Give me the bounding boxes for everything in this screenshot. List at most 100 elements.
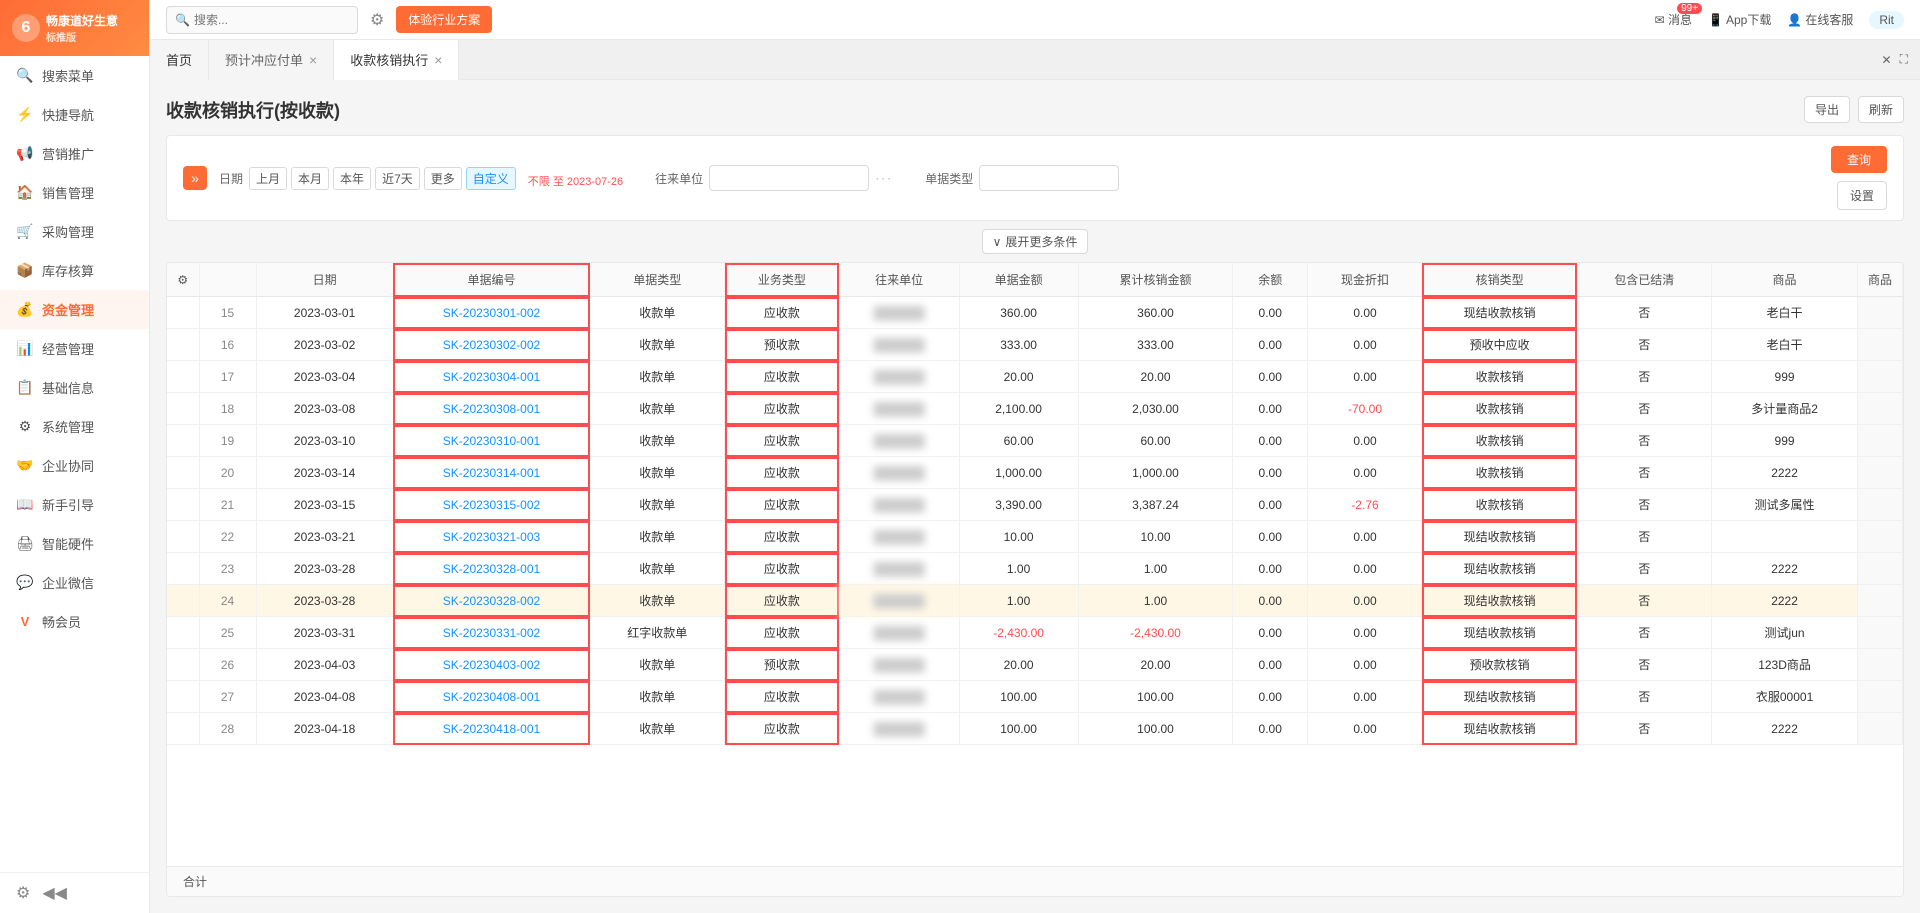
tab-collection[interactable]: 收款核销执行 × bbox=[334, 40, 459, 80]
tab-home[interactable]: 首页 bbox=[150, 40, 209, 80]
sidebar-item-purchase[interactable]: 🛒 采购管理 bbox=[0, 212, 149, 251]
date-btn-more[interactable]: 更多 bbox=[424, 167, 462, 190]
export-button[interactable]: 导出 bbox=[1804, 96, 1850, 123]
solution-button[interactable]: 体验行业方案 bbox=[396, 6, 492, 33]
app-download-button[interactable]: 📱 App下载 bbox=[1708, 11, 1771, 28]
bill-no-link[interactable]: SK-20230314-001 bbox=[443, 466, 540, 480]
search-input[interactable] bbox=[194, 13, 349, 27]
topbar-gear-icon[interactable]: ⚙ bbox=[370, 10, 384, 30]
td-bill-type: 收款单 bbox=[590, 585, 725, 617]
td-goods: 衣服00001 bbox=[1712, 681, 1858, 713]
bill-no-link[interactable]: SK-20230304-001 bbox=[443, 370, 540, 384]
bill-no-link[interactable]: SK-20230408-001 bbox=[443, 690, 540, 704]
sidebar-item-sales[interactable]: 🏠 销售管理 bbox=[0, 173, 149, 212]
td-cash-discount: 0.00 bbox=[1308, 681, 1423, 713]
date-btn-custom[interactable]: 自定义 bbox=[466, 167, 516, 190]
td-biz-type: 应收款 bbox=[725, 425, 840, 457]
td-date: 2023-03-04 bbox=[256, 361, 393, 393]
td-bill-no: SK-20230304-001 bbox=[393, 361, 590, 393]
settings-button[interactable]: 设置 bbox=[1837, 181, 1887, 210]
th-rownum bbox=[199, 263, 256, 297]
billtype-filter-input[interactable] bbox=[979, 165, 1119, 191]
close-window-icon[interactable]: ✕ bbox=[1882, 53, 1892, 67]
bill-no-link[interactable]: SK-20230301-002 bbox=[443, 306, 540, 320]
bill-no-link[interactable]: SK-20230315-002 bbox=[443, 498, 540, 512]
td-bill-type: 收款单 bbox=[590, 681, 725, 713]
tab-collection-close[interactable]: × bbox=[434, 53, 442, 67]
td-partner: ██████ bbox=[839, 521, 959, 553]
bill-no-link[interactable]: SK-20230308-001 bbox=[443, 402, 540, 416]
date-btn-this-month[interactable]: 本月 bbox=[291, 167, 329, 190]
partner-filter-label: 往来单位 bbox=[655, 170, 703, 187]
td-date: 2023-04-03 bbox=[256, 649, 393, 681]
inventory-icon: 📦 bbox=[16, 262, 34, 280]
online-service-button[interactable]: 👤 在线客服 bbox=[1787, 11, 1853, 28]
td-cash-discount: 0.00 bbox=[1308, 457, 1423, 489]
bill-no-link[interactable]: SK-20230310-001 bbox=[443, 434, 540, 448]
user-name[interactable]: Rit bbox=[1869, 11, 1904, 29]
content-area: 收款核销执行(按收款) 导出 刷新 » 日期 上月 本月 本年 近7天 更多 自… bbox=[150, 80, 1920, 913]
td-include-settled: 否 bbox=[1577, 425, 1712, 457]
sidebar-item-quick-nav[interactable]: ⚡ 快捷导航 bbox=[0, 95, 149, 134]
sidebar-item-system[interactable]: ⚙ 系统管理 bbox=[0, 407, 149, 446]
bill-no-link[interactable]: SK-20230321-003 bbox=[443, 530, 540, 544]
sidebar-item-hardware[interactable]: 🖨 智能硬件 bbox=[0, 524, 149, 563]
th-settings[interactable]: ⚙ bbox=[167, 263, 199, 297]
sidebar-item-wechat[interactable]: 💬 企业微信 bbox=[0, 563, 149, 602]
td-date: 2023-03-28 bbox=[256, 553, 393, 585]
sidebar-item-guide[interactable]: 📖 新手引导 bbox=[0, 485, 149, 524]
date-btn-this-year[interactable]: 本年 bbox=[333, 167, 371, 190]
td-date: 2023-04-08 bbox=[256, 681, 393, 713]
date-btn-last-month[interactable]: 上月 bbox=[249, 167, 287, 190]
bill-no-link[interactable]: SK-20230403-002 bbox=[443, 658, 540, 672]
td-partner: ██████ bbox=[839, 585, 959, 617]
bill-no-link[interactable]: SK-20230302-002 bbox=[443, 338, 540, 352]
maximize-icon[interactable]: ⛶ bbox=[1900, 52, 1908, 67]
th-cumulative: 累计核销金额 bbox=[1078, 263, 1233, 297]
bill-no-link[interactable]: SK-20230328-002 bbox=[443, 594, 540, 608]
sidebar-settings-icon[interactable]: ⚙ bbox=[16, 883, 30, 903]
sidebar-item-marketing[interactable]: 📢 营销推广 bbox=[0, 134, 149, 173]
td-cumulative: 2,030.00 bbox=[1078, 393, 1233, 425]
sidebar-item-basic[interactable]: 📋 基础信息 bbox=[0, 368, 149, 407]
sidebar-item-member[interactable]: V 畅会员 bbox=[0, 602, 149, 641]
td-date: 2023-03-21 bbox=[256, 521, 393, 553]
td-settings bbox=[167, 681, 199, 713]
expand-more-button[interactable]: ∨ 展开更多条件 bbox=[982, 229, 1089, 254]
sidebar-item-operations[interactable]: 📊 经营管理 bbox=[0, 329, 149, 368]
bill-no-link[interactable]: SK-20230418-001 bbox=[443, 722, 540, 736]
filter-toggle-button[interactable]: » bbox=[183, 166, 207, 190]
td-balance: 0.00 bbox=[1233, 361, 1308, 393]
td-goods: 多计量商品2 bbox=[1712, 393, 1858, 425]
tab-prepayment[interactable]: 预计冲应付单 × bbox=[209, 40, 334, 80]
query-button[interactable]: 查询 bbox=[1831, 146, 1887, 173]
td-partner: ██████ bbox=[839, 425, 959, 457]
td-rownum: 15 bbox=[199, 297, 256, 329]
td-biz-type: 应收款 bbox=[725, 297, 840, 329]
message-button[interactable]: ✉ 消息 99+ bbox=[1655, 11, 1692, 28]
td-bill-no: SK-20230308-001 bbox=[393, 393, 590, 425]
th-cash-discount: 现金折扣 bbox=[1308, 263, 1423, 297]
refresh-button[interactable]: 刷新 bbox=[1858, 96, 1904, 123]
member-icon: V bbox=[16, 613, 34, 631]
tab-expand-button[interactable]: ✕ ⛶ bbox=[1870, 52, 1920, 67]
table-row: 26 2023-04-03 SK-20230403-002 收款单 预收款 ██… bbox=[167, 649, 1903, 681]
sidebar-item-inventory[interactable]: 📦 库存核算 bbox=[0, 251, 149, 290]
partner-filter-input[interactable] bbox=[709, 165, 869, 191]
table-scroll-area[interactable]: ⚙ 日期 单据编号 单据类型 业务类型 往来单位 单据金额 累计核销金额 余额 … bbox=[167, 263, 1903, 866]
td-rownum: 24 bbox=[199, 585, 256, 617]
td-balance: 0.00 bbox=[1233, 393, 1308, 425]
date-btn-7days[interactable]: 近7天 bbox=[375, 167, 420, 190]
topbar-search-box[interactable]: 🔍 bbox=[166, 6, 358, 34]
tab-prepayment-close[interactable]: × bbox=[309, 53, 317, 67]
td-settings bbox=[167, 553, 199, 585]
search-icon: 🔍 bbox=[175, 13, 190, 27]
sidebar-item-search[interactable]: 🔍 搜索菜单 bbox=[0, 56, 149, 95]
bill-no-link[interactable]: SK-20230328-001 bbox=[443, 562, 540, 576]
sidebar-collapse-icon[interactable]: ◀◀ bbox=[42, 883, 67, 903]
sidebar-item-finance[interactable]: 💰 资金管理 bbox=[0, 290, 149, 329]
td-bill-no: SK-20230328-001 bbox=[393, 553, 590, 585]
sidebar-item-collab[interactable]: 🤝 企业协同 bbox=[0, 446, 149, 485]
td-cash-discount: 0.00 bbox=[1308, 297, 1423, 329]
bill-no-link[interactable]: SK-20230331-002 bbox=[443, 626, 540, 640]
